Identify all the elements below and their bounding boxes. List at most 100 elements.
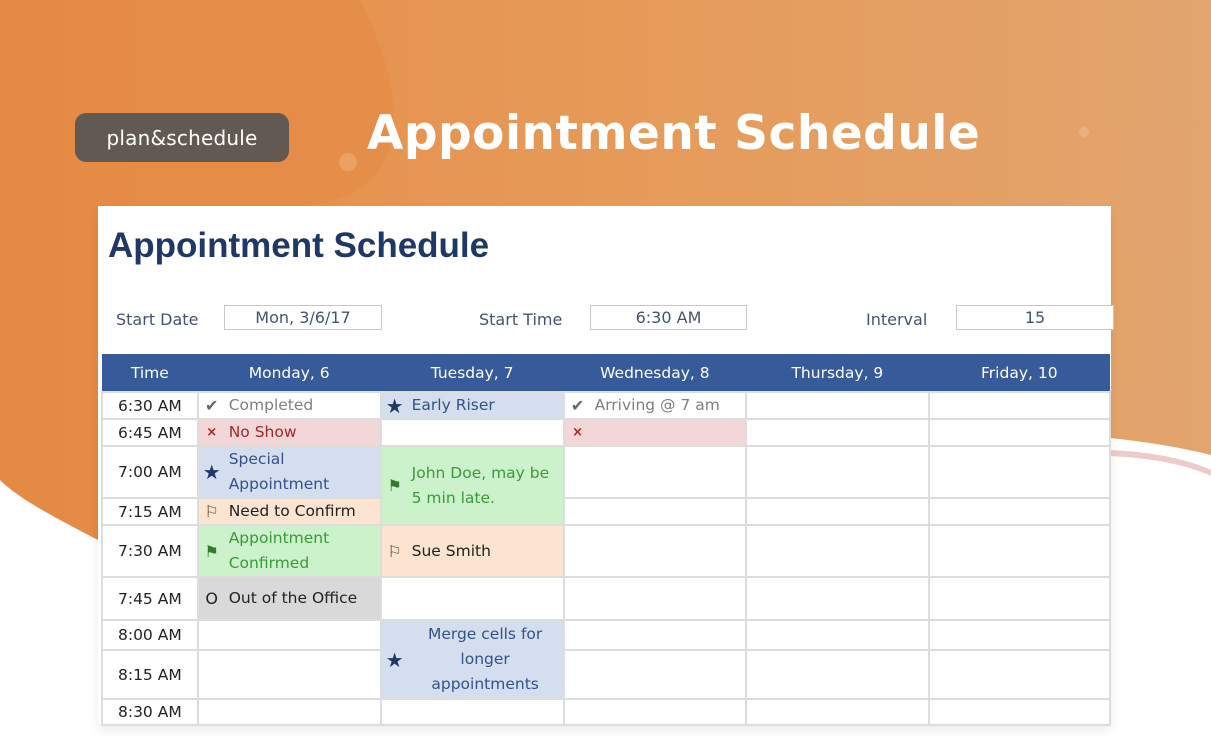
appointment-cell[interactable]: ×: [562, 418, 748, 447]
empty-cell[interactable]: [745, 649, 930, 700]
appointment-cell[interactable]: ★ Merge cells for longer appointments: [379, 619, 565, 700]
table-row: 7:15 AM ⚐ Need to Confirm: [101, 497, 1112, 526]
empty-cell[interactable]: [379, 418, 565, 447]
empty-cell[interactable]: [745, 497, 930, 526]
table-row: 7:00 AM ★ Special Appointment ⚑ John Doe, …: [101, 445, 1112, 526]
star-icon: ★: [202, 460, 221, 484]
empty-cell[interactable]: [745, 391, 930, 420]
empty-cell[interactable]: [379, 698, 565, 726]
empty-cell[interactable]: [927, 619, 1112, 651]
column-header-thursday: Thursday, 9: [746, 354, 929, 392]
column-header-wednesday: Wednesday, 8: [563, 354, 747, 392]
x-icon: ×: [206, 425, 218, 440]
empty-cell[interactable]: [745, 619, 930, 651]
spreadsheet-preview: Appointment Schedule Start Date Mon, 3/6…: [98, 206, 1114, 726]
column-header-monday: Monday, 6: [197, 354, 381, 392]
empty-cell[interactable]: [196, 619, 382, 651]
empty-cell[interactable]: [927, 497, 1112, 526]
appointment-text: Sue Smith: [411, 541, 491, 560]
empty-cell[interactable]: [927, 418, 1112, 447]
empty-cell[interactable]: [562, 698, 748, 726]
appointment-cell[interactable]: ⚐ Need to Confirm: [196, 497, 382, 526]
empty-cell[interactable]: [562, 649, 748, 700]
time-cell: 7:45 AM: [101, 576, 199, 621]
table-row: 8:30 AM: [101, 698, 1112, 726]
table-row: 7:45 AM O Out of the Office: [101, 576, 1112, 621]
appointment-cell[interactable]: ✔ Completed: [196, 391, 382, 420]
table-row: 6:45 AM × No Show ×: [101, 418, 1112, 447]
header-row: Time Monday, 6 Tuesday, 7 Wednesday, 8 T…: [102, 354, 1110, 392]
appointment-text: Completed: [228, 396, 314, 414]
flag-outline-icon: ⚐: [204, 502, 219, 521]
start-date-field[interactable]: Mon, 3/6/17: [224, 305, 382, 330]
empty-cell[interactable]: [745, 418, 930, 447]
appointment-cell[interactable]: ★ Early Riser: [379, 391, 565, 420]
empty-cell[interactable]: [927, 391, 1112, 420]
start-date-label: Start Date: [116, 310, 199, 329]
hero-title: Appointment Schedule: [367, 106, 981, 161]
time-cell: 7:15 AM: [101, 497, 199, 526]
table-row: 7:30 AM ⚑ Appointment Confirmed ⚐ Sue Smit…: [101, 524, 1112, 578]
out-of-office-icon: O: [205, 589, 218, 608]
table-row: 6:30 AM ✔ Completed ★ Early Riser ✔ Arrivin…: [101, 391, 1112, 420]
table-row: 8:15 AM: [101, 649, 1112, 700]
appointment-text: Out of the Office: [228, 589, 358, 607]
empty-cell[interactable]: [562, 445, 748, 499]
x-icon: ×: [572, 425, 584, 440]
appointment-text: Special Appointment: [228, 450, 330, 493]
empty-cell[interactable]: [562, 619, 748, 651]
empty-cell[interactable]: [196, 649, 382, 700]
empty-cell[interactable]: [562, 524, 748, 578]
empty-cell[interactable]: [927, 445, 1112, 499]
appointment-text: Appointment Confirmed: [228, 529, 330, 572]
empty-cell[interactable]: [927, 698, 1112, 726]
empty-cell[interactable]: [562, 576, 748, 621]
empty-cell[interactable]: [196, 698, 382, 726]
empty-cell[interactable]: [745, 698, 930, 726]
table-row: 8:00 AM ★ Merge cells for longer appointm…: [101, 619, 1112, 700]
appointment-cell[interactable]: ⚑ John Doe, may be 5 min late.: [379, 445, 565, 526]
flag-filled-icon: ⚑: [387, 476, 402, 495]
star-icon: ★: [385, 647, 404, 672]
empty-cell[interactable]: [745, 576, 930, 621]
interval-field[interactable]: 15: [956, 305, 1114, 330]
appointment-cell[interactable]: ⚑ Appointment Confirmed: [196, 524, 382, 578]
appointment-cell[interactable]: ⚐ Sue Smith: [379, 524, 565, 578]
appointment-text: Early Riser: [411, 396, 495, 414]
appointment-text: No Show: [228, 423, 297, 441]
checkmark-icon: ✔: [205, 396, 219, 415]
appointment-text: Need to Confirm: [228, 502, 356, 520]
column-header-friday: Friday, 10: [928, 354, 1110, 392]
sheet-title: Appointment Schedule: [108, 226, 490, 265]
column-header-tuesday: Tuesday, 7: [380, 354, 564, 392]
empty-cell[interactable]: [745, 445, 930, 499]
brand-badge: plan&schedule: [75, 113, 289, 162]
appointment-cell[interactable]: ★ Special Appointment: [196, 445, 382, 499]
flag-outline-icon: ⚐: [387, 541, 402, 561]
appointment-cell[interactable]: O Out of the Office: [196, 576, 382, 621]
empty-cell[interactable]: [562, 497, 748, 526]
time-cell: 8:30 AM: [101, 698, 199, 726]
time-cell: 8:15 AM: [101, 649, 199, 700]
time-cell: 6:45 AM: [101, 418, 199, 447]
time-cell: 7:00 AM: [101, 445, 199, 499]
time-cell: 8:00 AM: [101, 619, 199, 651]
star-icon: ★: [385, 393, 404, 418]
empty-cell[interactable]: [927, 576, 1112, 621]
empty-cell[interactable]: [927, 524, 1112, 578]
appointment-text: John Doe, may be 5 min late.: [411, 463, 550, 507]
interval-label: Interval: [866, 310, 928, 329]
empty-cell[interactable]: [745, 524, 930, 578]
empty-cell[interactable]: [927, 649, 1112, 700]
start-time-label: Start Time: [479, 310, 563, 329]
empty-cell[interactable]: [379, 576, 565, 621]
appointment-text: Arriving @ 7 am: [594, 396, 720, 414]
time-cell: 6:30 AM: [101, 391, 199, 420]
start-time-field[interactable]: 6:30 AM: [590, 305, 747, 330]
appointment-text: Merge cells for longer appointments: [427, 625, 543, 693]
appointment-cell[interactable]: × No Show: [196, 418, 382, 447]
checkmark-icon: ✔: [570, 396, 585, 415]
column-header-time: Time: [102, 354, 198, 392]
appointment-cell[interactable]: ✔ Arriving @ 7 am: [562, 391, 748, 420]
flag-filled-icon: ⚑: [204, 541, 219, 561]
